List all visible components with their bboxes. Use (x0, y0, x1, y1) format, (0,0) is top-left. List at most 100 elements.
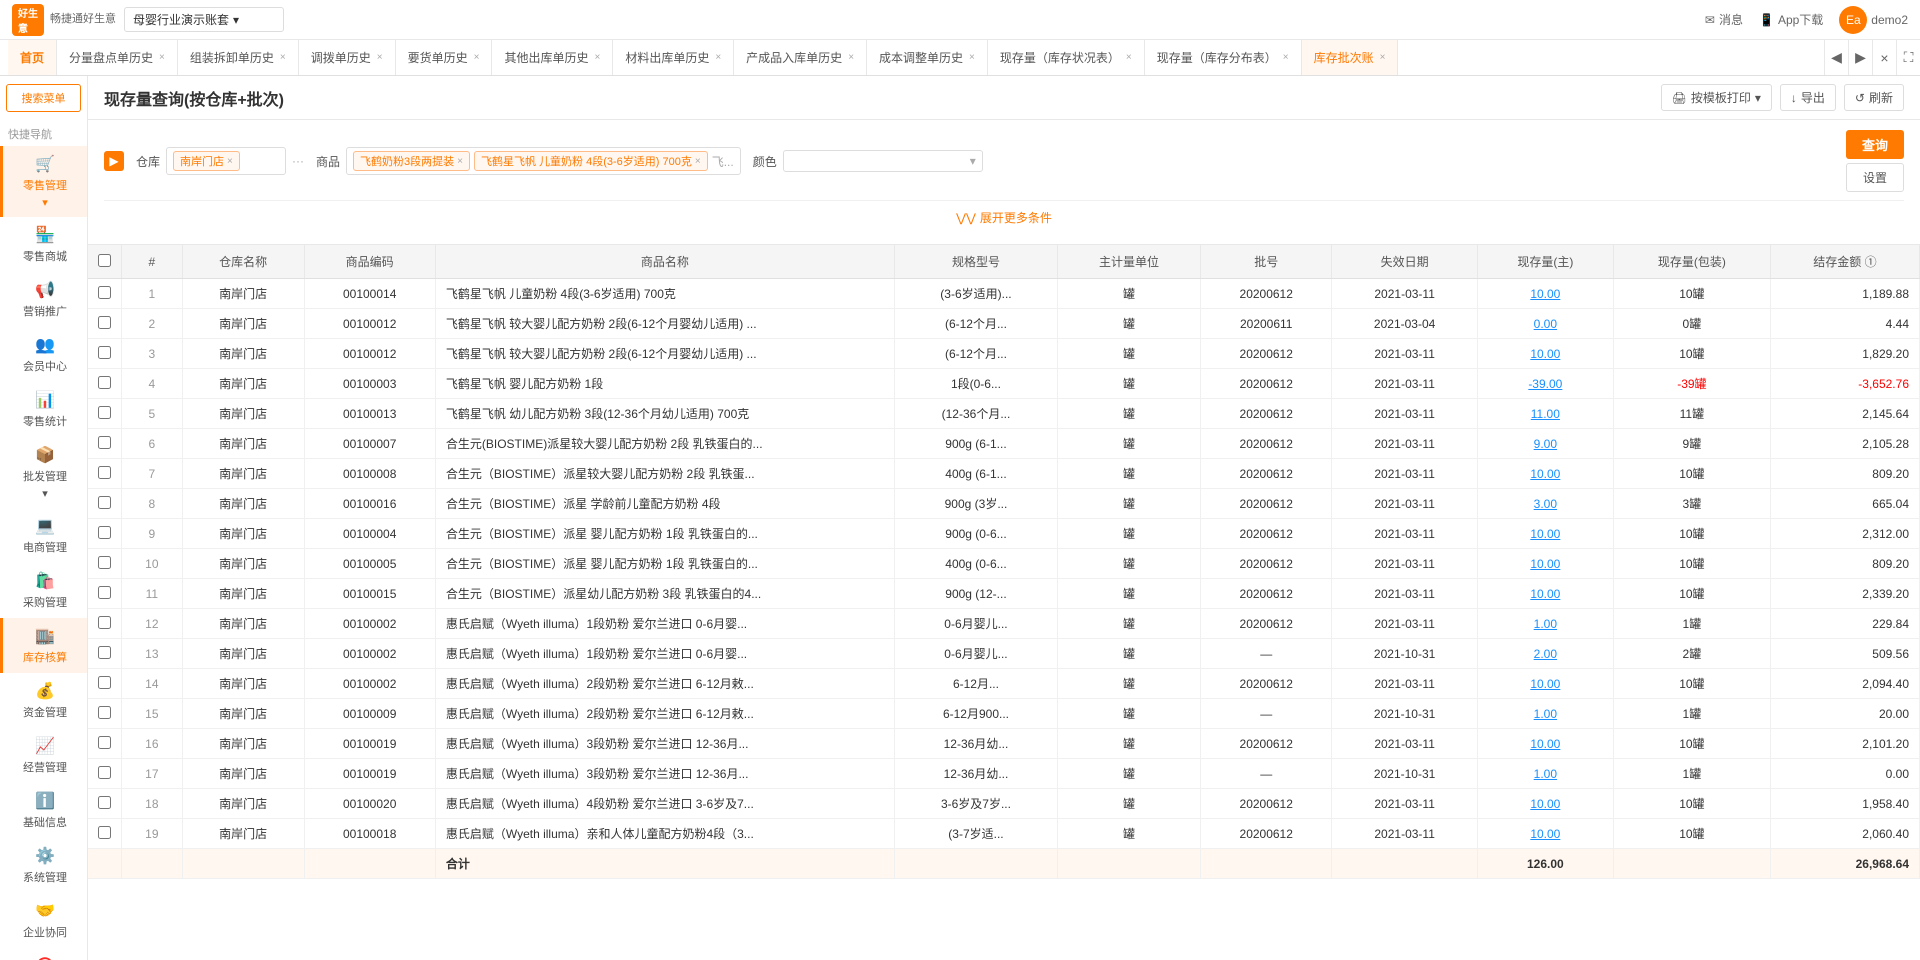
col-checkbox[interactable] (88, 245, 122, 279)
color-tag-container[interactable]: ▾ (783, 150, 983, 172)
row-checkbox[interactable] (88, 399, 122, 429)
settings-btn[interactable]: 设置 (1846, 163, 1904, 192)
row-select[interactable] (98, 526, 111, 539)
sidebar-item-system[interactable]: ⚙️ 系统管理 (0, 838, 87, 893)
row-qty-main[interactable]: 3.00 (1477, 489, 1613, 519)
sidebar-item-retail-management[interactable]: 🛒 零售管理 ▾ (0, 146, 87, 217)
row-checkbox[interactable] (88, 789, 122, 819)
sidebar-item-wholesale[interactable]: 📦 批发管理 ▾ (0, 437, 87, 508)
row-select[interactable] (98, 676, 111, 689)
tab-3[interactable]: 调拨单历史 × (299, 40, 396, 76)
row-select[interactable] (98, 766, 111, 779)
sidebar-item-purchase[interactable]: 🛍️ 采购管理 (0, 563, 87, 618)
row-select[interactable] (98, 646, 111, 659)
row-checkbox[interactable] (88, 699, 122, 729)
search-menu-btn[interactable]: 搜索菜单 (6, 84, 81, 112)
row-checkbox[interactable] (88, 759, 122, 789)
row-qty-main[interactable]: 1.00 (1477, 759, 1613, 789)
user-info[interactable]: Ea demo2 (1839, 6, 1908, 34)
sidebar-item-guide[interactable]: 🎯 新手引导 (0, 948, 87, 960)
tab-close-6[interactable]: × (715, 52, 721, 63)
tab-close-9[interactable]: × (1126, 52, 1132, 63)
row-qty-main[interactable]: 10.00 (1477, 729, 1613, 759)
row-checkbox[interactable] (88, 549, 122, 579)
row-qty-main[interactable]: 10.00 (1477, 519, 1613, 549)
row-qty-main[interactable]: 0.00 (1477, 309, 1613, 339)
tab-close-11[interactable]: × (1380, 52, 1386, 63)
tab-6[interactable]: 材料出库单历史 × (613, 40, 734, 76)
row-checkbox[interactable] (88, 639, 122, 669)
row-select[interactable] (98, 286, 111, 299)
tab-close-1[interactable]: × (159, 52, 165, 63)
row-select[interactable] (98, 706, 111, 719)
tab-2[interactable]: 组装拆卸单历史 × (178, 40, 299, 76)
tab-4[interactable]: 要货单历史 × (396, 40, 493, 76)
sidebar-item-operations[interactable]: 📈 经营管理 (0, 728, 87, 783)
row-select[interactable] (98, 316, 111, 329)
row-qty-main[interactable]: 10.00 (1477, 279, 1613, 309)
row-qty-main[interactable]: 10.00 (1477, 549, 1613, 579)
row-select[interactable] (98, 406, 111, 419)
product-tag-container[interactable]: 飞鹤奶粉3段两提装 × 飞鹤星飞帆 儿童奶粉 4段(3-6岁适用) 700克 ×… (346, 147, 741, 175)
filter-expand-btn[interactable]: ▶ (104, 151, 124, 171)
row-checkbox[interactable] (88, 489, 122, 519)
row-select[interactable] (98, 796, 111, 809)
export-btn[interactable]: ↓ 导出 (1780, 84, 1836, 111)
nav-expand-btn[interactable]: ⛶ (1896, 40, 1920, 76)
row-checkbox[interactable] (88, 669, 122, 699)
warehouse-select[interactable]: 母婴行业演示账套 ▾ (124, 7, 284, 32)
row-qty-main[interactable]: 1.00 (1477, 609, 1613, 639)
row-select[interactable] (98, 826, 111, 839)
row-qty-main[interactable]: 2.00 (1477, 639, 1613, 669)
row-select[interactable] (98, 496, 111, 509)
messages-btn[interactable]: ✉ 消息 (1705, 11, 1743, 28)
product-tag-close-1[interactable]: × (457, 156, 463, 167)
row-qty-main[interactable]: 10.00 (1477, 789, 1613, 819)
warehouse-tag-close[interactable]: × (227, 156, 233, 167)
sidebar-item-basic-info[interactable]: ℹ️ 基础信息 (0, 783, 87, 838)
row-qty-main[interactable]: 10.00 (1477, 339, 1613, 369)
tab-7[interactable]: 产成品入库单历史 × (734, 40, 867, 76)
row-select[interactable] (98, 436, 111, 449)
row-select[interactable] (98, 586, 111, 599)
row-qty-main[interactable]: 10.00 (1477, 579, 1613, 609)
row-checkbox[interactable] (88, 459, 122, 489)
row-qty-main[interactable]: 1.00 (1477, 699, 1613, 729)
sidebar-item-marketing[interactable]: 📢 营销推广 (0, 272, 87, 327)
row-qty-main[interactable]: 11.00 (1477, 399, 1613, 429)
tab-11[interactable]: 库存批次账 × (1302, 40, 1399, 76)
warehouse-tag-container[interactable]: 南岸门店 × (166, 147, 286, 175)
row-checkbox[interactable] (88, 819, 122, 849)
tab-close-8[interactable]: × (969, 52, 975, 63)
tab-close-7[interactable]: × (848, 52, 854, 63)
row-qty-main[interactable]: 9.00 (1477, 429, 1613, 459)
sidebar-item-finance[interactable]: 💰 资金管理 (0, 673, 87, 728)
nav-prev-btn[interactable]: ◀ (1824, 40, 1848, 76)
product-tag-close-2[interactable]: × (695, 156, 701, 167)
product-more-dots[interactable]: 飞... (712, 153, 734, 170)
sidebar-item-retail-stats[interactable]: 📊 零售统计 (0, 382, 87, 437)
tab-10[interactable]: 现存量（库存分布表） × (1145, 40, 1302, 76)
row-select[interactable] (98, 556, 111, 569)
row-select[interactable] (98, 616, 111, 629)
row-qty-main[interactable]: 10.00 (1477, 459, 1613, 489)
row-checkbox[interactable] (88, 309, 122, 339)
row-qty-main[interactable]: 10.00 (1477, 669, 1613, 699)
tab-close-3[interactable]: × (377, 52, 383, 63)
warehouse-more-dots[interactable]: ··· (292, 154, 304, 168)
row-checkbox[interactable] (88, 429, 122, 459)
row-select[interactable] (98, 466, 111, 479)
tab-close-4[interactable]: × (474, 52, 480, 63)
nav-next-btn[interactable]: ▶ (1848, 40, 1872, 76)
tab-9[interactable]: 现存量（库存状况表） × (988, 40, 1145, 76)
row-checkbox[interactable] (88, 729, 122, 759)
row-checkbox[interactable] (88, 579, 122, 609)
sidebar-item-inventory[interactable]: 🏬 库存核算 (0, 618, 87, 673)
row-checkbox[interactable] (88, 369, 122, 399)
row-select[interactable] (98, 736, 111, 749)
sidebar-item-ecommerce[interactable]: 💻 电商管理 (0, 508, 87, 563)
expand-more-btn[interactable]: ⋁⋁ 展开更多条件 (952, 205, 1056, 230)
print-btn[interactable]: 🖨 按模板打印 ▾ (1661, 84, 1772, 111)
tab-1[interactable]: 分量盘点单历史 × (57, 40, 178, 76)
tab-close-2[interactable]: × (280, 52, 286, 63)
